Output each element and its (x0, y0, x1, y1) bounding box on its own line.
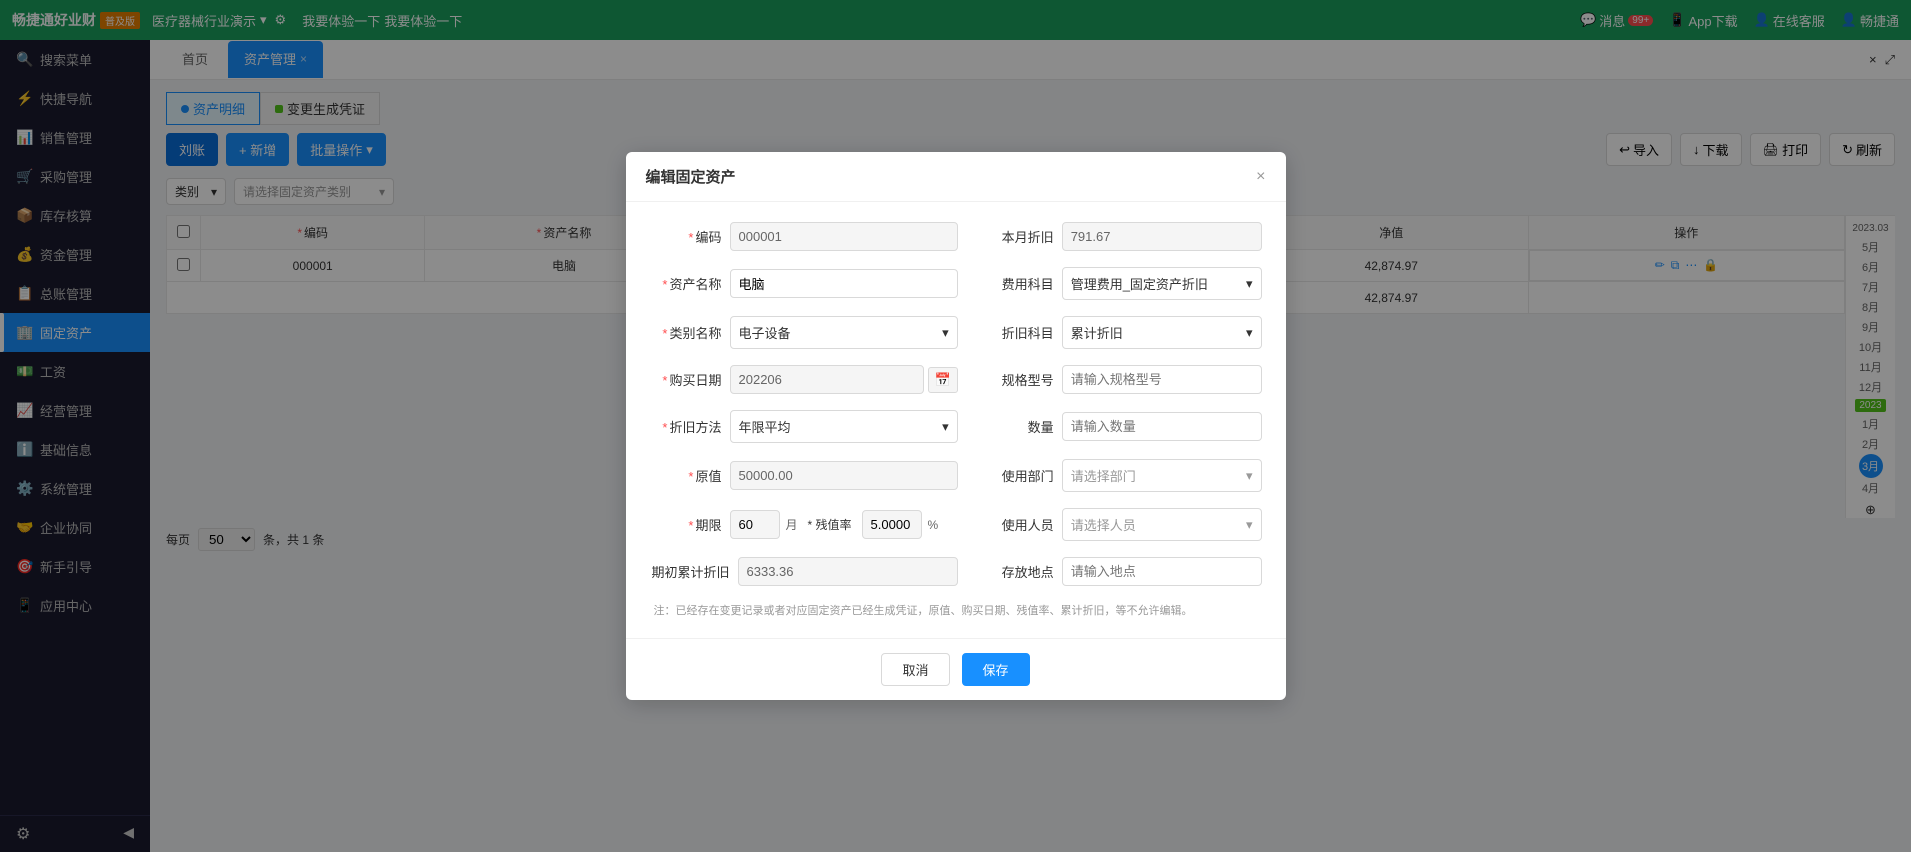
dep-subject-label: 折旧科目 (982, 323, 1054, 342)
purchase-date-label: 购买日期 (650, 370, 722, 389)
asset-name-input[interactable] (730, 269, 958, 298)
initial-dep-label: 期初累计折旧 (650, 562, 730, 581)
form-item-dep-subject: 折旧科目 累计折旧 ▾ (982, 316, 1262, 349)
modal-close-btn[interactable]: × (1256, 168, 1265, 186)
calendar-icon[interactable]: 📅 (928, 367, 958, 393)
form-item-month-dep: 本月折旧 (982, 222, 1262, 251)
residual-rate-input[interactable] (862, 510, 922, 539)
asset-name-label: 资产名称 (650, 274, 722, 293)
modal-overlay: 编辑固定资产 × 编码 本月折旧 资产名称 (0, 0, 1911, 852)
save-button[interactable]: 保存 (962, 653, 1030, 686)
edit-asset-modal: 编辑固定资产 × 编码 本月折旧 资产名称 (626, 152, 1286, 700)
period-label: 期限 (650, 515, 722, 534)
category-select[interactable]: 电子设备 ▾ (730, 316, 958, 349)
dep-subject-select[interactable]: 累计折旧 ▾ (1062, 316, 1262, 349)
form-item-initial-dep: 期初累计折旧 (650, 557, 958, 586)
dept-select[interactable]: 请选择部门 ▾ (1062, 459, 1262, 492)
form-item-user: 使用人员 请选择人员 ▾ (982, 508, 1262, 541)
dep-method-label: 折旧方法 (650, 417, 722, 436)
original-input[interactable] (730, 461, 958, 490)
modal-title: 编辑固定资产 (646, 166, 736, 187)
form-item-dep-method: 折旧方法 年限平均 ▾ (650, 410, 958, 443)
form-item-dept: 使用部门 请选择部门 ▾ (982, 459, 1262, 492)
modal-header: 编辑固定资产 × (626, 152, 1286, 202)
form-item-period: 期限 月 * 残值率 % (650, 508, 958, 541)
quantity-input[interactable] (1062, 412, 1262, 441)
form-item-purchase-date: 购买日期 📅 (650, 365, 958, 394)
code-label: 编码 (650, 227, 722, 246)
form-item-original: 原值 (650, 459, 958, 492)
period-row: 月 * 残值率 % (730, 510, 939, 539)
form-item-expense-subject: 费用科目 管理费用_固定资产折旧 ▾ (982, 267, 1262, 300)
purchase-date-input[interactable] (730, 365, 924, 394)
modal-body: 编码 本月折旧 资产名称 费用科目 管理费用_固定资产折旧 (626, 202, 1286, 638)
period-unit: 月 (786, 516, 798, 533)
residual-rate-star: * 残值率 (808, 516, 852, 533)
quantity-label: 数量 (982, 417, 1054, 436)
location-input[interactable] (1062, 557, 1262, 586)
user-label: 使用人员 (982, 515, 1054, 534)
form-item-asset-name: 资产名称 (650, 267, 958, 300)
original-label: 原值 (650, 466, 722, 485)
initial-dep-input[interactable] (738, 557, 958, 586)
form-item-category: 类别名称 电子设备 ▾ (650, 316, 958, 349)
period-input[interactable] (730, 510, 780, 539)
form-note: 注：已经存在变更记录或者对应固定资产已经生成凭证，原值、购买日期、残值率、累计折… (650, 602, 1262, 618)
expense-subject-label: 费用科目 (982, 274, 1054, 293)
month-dep-label: 本月折旧 (982, 227, 1054, 246)
form-item-quantity: 数量 (982, 410, 1262, 443)
form-item-code: 编码 (650, 222, 958, 251)
modal-footer: 取消 保存 (626, 638, 1286, 700)
form-grid: 编码 本月折旧 资产名称 费用科目 管理费用_固定资产折旧 (650, 222, 1262, 586)
user-select[interactable]: 请选择人员 ▾ (1062, 508, 1262, 541)
spec-input[interactable] (1062, 365, 1262, 394)
category-label: 类别名称 (650, 323, 722, 342)
dep-method-select[interactable]: 年限平均 ▾ (730, 410, 958, 443)
form-item-location: 存放地点 (982, 557, 1262, 586)
form-item-spec: 规格型号 (982, 365, 1262, 394)
location-label: 存放地点 (982, 562, 1054, 581)
code-input[interactable] (730, 222, 958, 251)
spec-label: 规格型号 (982, 370, 1054, 389)
cancel-button[interactable]: 取消 (881, 653, 949, 686)
residual-rate-unit: % (928, 518, 939, 532)
dept-label: 使用部门 (982, 466, 1054, 485)
month-dep-input[interactable] (1062, 222, 1262, 251)
expense-subject-select[interactable]: 管理费用_固定资产折旧 ▾ (1062, 267, 1262, 300)
